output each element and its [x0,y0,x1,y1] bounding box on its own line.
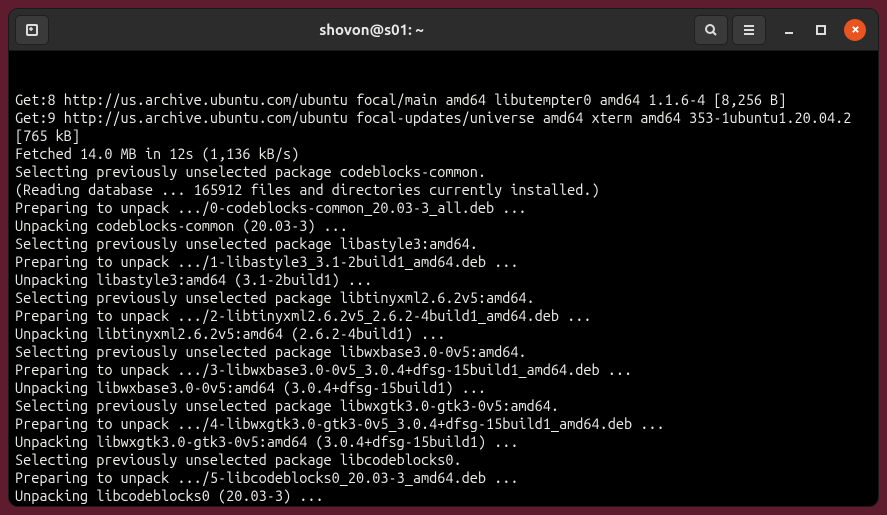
window-controls [780,19,866,41]
maximize-icon [816,25,826,35]
terminal-line: Preparing to unpack .../4-libwxgtk3.0-gt… [15,415,872,433]
hamburger-icon [741,22,757,38]
terminal-window: shovon@s01: ~ [8,8,879,507]
minimize-button[interactable] [780,21,798,39]
terminal-line: Selecting previously unselected package … [15,235,872,253]
terminal-line: Unpacking libcodeblocks0 (20.03-3) ... [15,487,872,505]
terminal-line: Unpacking libastyle3:amd64 (3.1-2build1)… [15,271,872,289]
minimize-icon [784,25,794,35]
terminal-line: (Reading database ... 165912 files and d… [15,181,872,199]
terminal-line: Unpacking codeblocks-common (20.03-3) ..… [15,217,872,235]
terminal-line: Get:9 http://us.archive.ubuntu.com/ubunt… [15,109,872,145]
menu-button[interactable] [732,15,766,45]
terminal-line: Selecting previously unselected package … [15,343,872,361]
terminal-line: Selecting previously unselected package … [15,397,872,415]
window-title: shovon@s01: ~ [53,21,690,38]
terminal-line: Selecting previously unselected package … [15,451,872,469]
terminal-lines: Get:8 http://us.archive.ubuntu.com/ubunt… [15,91,872,505]
terminal-line: Get:8 http://us.archive.ubuntu.com/ubunt… [15,91,872,109]
terminal-line: Fetched 14.0 MB in 12s (1,136 kB/s) [15,145,872,163]
terminal-line: Unpacking libtinyxml2.6.2v5:amd64 (2.6.2… [15,325,872,343]
terminal-line: Preparing to unpack .../1-libastyle3_3.1… [15,253,872,271]
close-icon [851,25,860,34]
terminal-output[interactable]: Get:8 http://us.archive.ubuntu.com/ubunt… [9,51,878,506]
terminal-line: Preparing to unpack .../3-libwxbase3.0-0… [15,361,872,379]
terminal-line: Preparing to unpack .../0-codeblocks-com… [15,199,872,217]
terminal-line: Unpacking libwxgtk3.0-gtk3-0v5:amd64 (3.… [15,433,872,451]
titlebar-right-controls [694,15,872,45]
terminal-line: Unpacking libwxbase3.0-0v5:amd64 (3.0.4+… [15,379,872,397]
terminal-line: Selecting previously unselected package … [15,289,872,307]
search-button[interactable] [694,15,728,45]
new-tab-button[interactable] [15,15,49,45]
titlebar-left-controls [15,15,49,45]
terminal-line: Selecting previously unselected package … [15,163,872,181]
search-icon [703,22,719,38]
titlebar: shovon@s01: ~ [9,9,878,51]
close-button[interactable] [844,19,866,41]
maximize-button[interactable] [812,21,830,39]
terminal-line: Preparing to unpack .../2-libtinyxml2.6.… [15,307,872,325]
new-tab-icon [24,22,40,38]
terminal-line: Preparing to unpack .../5-libcodeblocks0… [15,469,872,487]
